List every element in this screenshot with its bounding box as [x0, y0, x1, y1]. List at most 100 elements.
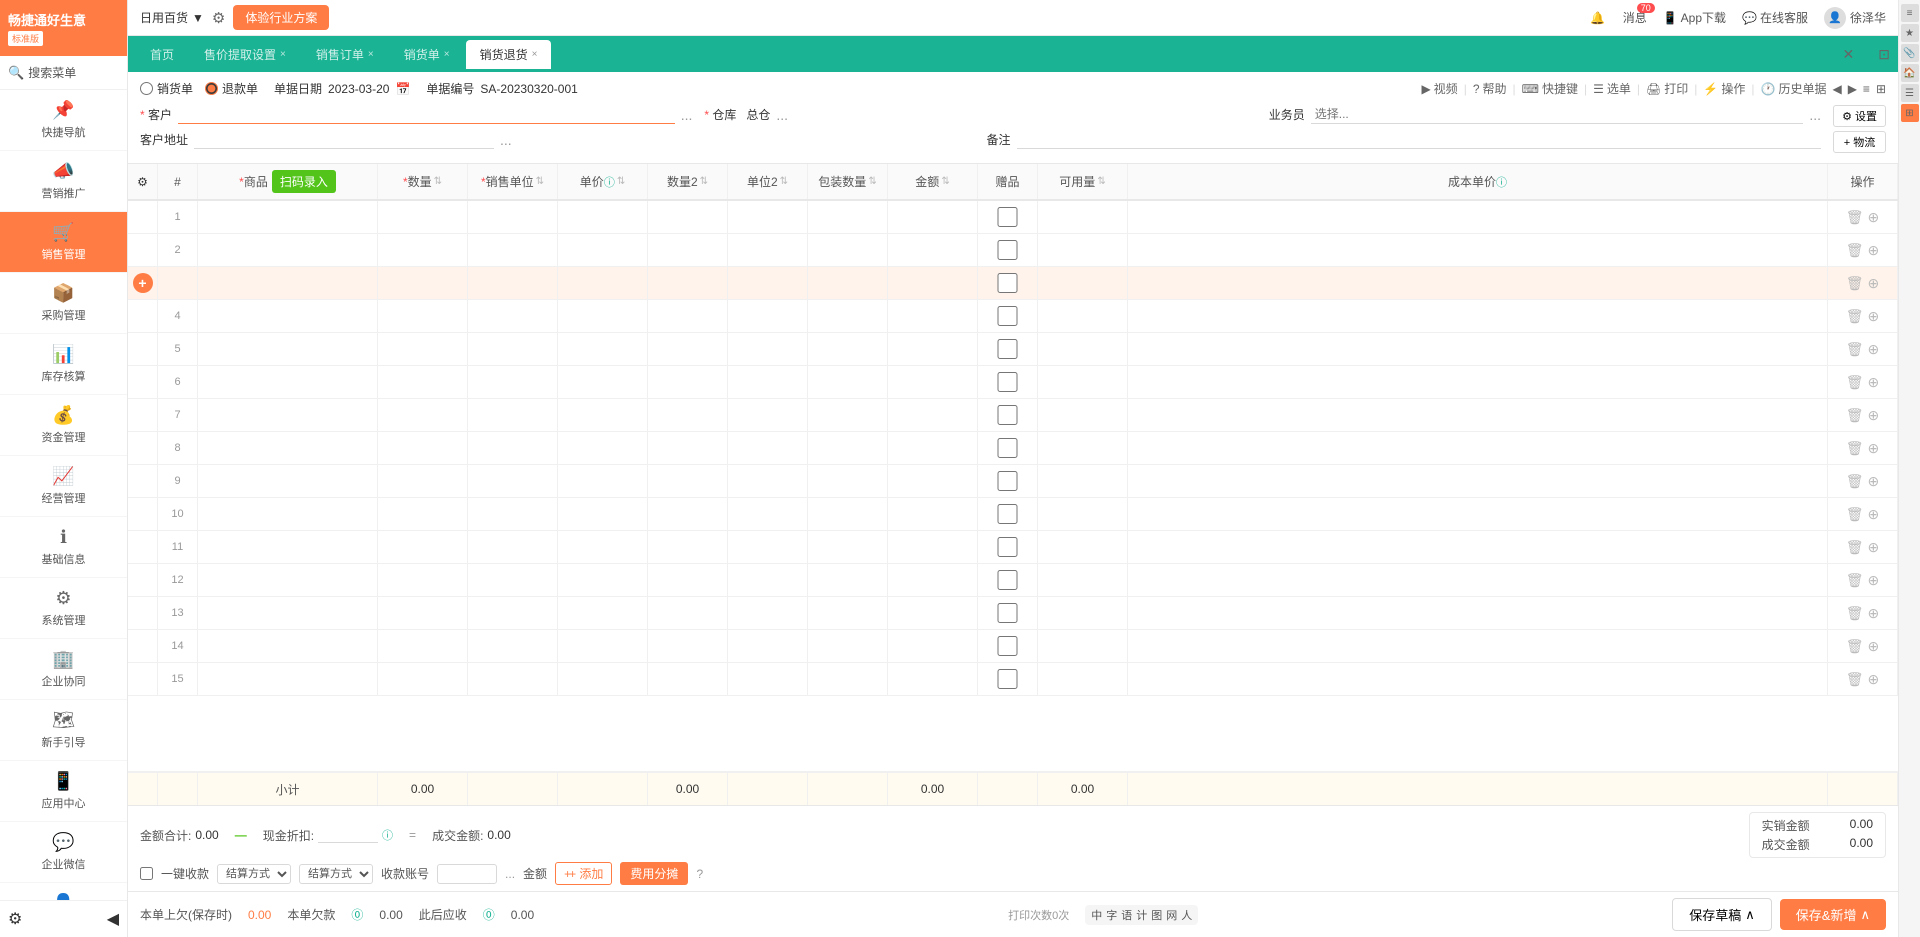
- p12[interactable]: [198, 564, 378, 596]
- sidebar-collapse-icon[interactable]: ◀: [107, 909, 119, 929]
- sidebar-item-shortcuts[interactable]: 📌 快捷导航: [0, 90, 127, 151]
- pkg-sort-icon[interactable]: ⇅: [868, 176, 876, 187]
- row-unit-1[interactable]: [468, 201, 558, 233]
- row-unit-3[interactable]: [468, 267, 558, 299]
- gift-checkbox-13[interactable]: [981, 603, 1034, 623]
- table-settings-col[interactable]: ⚙: [128, 164, 158, 199]
- copy-row-14[interactable]: ⊕: [1868, 638, 1880, 655]
- sidebar-item-finance[interactable]: 💰 资金管理: [0, 395, 127, 456]
- close-window-btn[interactable]: ✕: [1843, 46, 1855, 63]
- ime-char[interactable]: 字: [1106, 907, 1117, 923]
- row-qty2-1[interactable]: [648, 201, 728, 233]
- settings-btn[interactable]: ⚙ 设置: [1833, 105, 1886, 127]
- tab-sale-price-close[interactable]: ×: [280, 49, 286, 60]
- row-unit-2[interactable]: [468, 234, 558, 266]
- delete-row-6[interactable]: 🗑: [1846, 374, 1864, 391]
- unit-sort-icon[interactable]: ⇅: [536, 176, 544, 187]
- scan-button[interactable]: 扫码录入: [272, 170, 336, 193]
- row-price-1[interactable]: [558, 201, 648, 233]
- gift-checkbox-9[interactable]: [981, 471, 1034, 491]
- p7[interactable]: [198, 399, 378, 431]
- row-gift-1[interactable]: [978, 201, 1038, 233]
- sidebar-item-corp[interactable]: 🏢 企业协同: [0, 639, 127, 700]
- row-amount-1[interactable]: [888, 201, 978, 233]
- gift-checkbox-2[interactable]: [981, 240, 1034, 260]
- copy-row-15[interactable]: ⊕: [1868, 671, 1880, 688]
- address-dots[interactable]: ...: [500, 132, 512, 148]
- copy-row-7[interactable]: ⊕: [1868, 407, 1880, 424]
- delete-row-5[interactable]: 🗑: [1846, 341, 1864, 358]
- should-receive-hint[interactable]: ⓪: [483, 906, 495, 923]
- gift-checkbox-12[interactable]: [981, 570, 1034, 590]
- row-qty2-3[interactable]: [648, 267, 728, 299]
- tool-print[interactable]: 🖨 打印: [1646, 80, 1688, 97]
- tab-sale-delivery[interactable]: 销货单 ×: [390, 40, 464, 69]
- staff-input[interactable]: [1311, 105, 1804, 124]
- address-input[interactable]: [194, 130, 494, 149]
- product-input-3[interactable]: [201, 276, 374, 290]
- p11[interactable]: [198, 531, 378, 563]
- row-unit2-3[interactable]: [728, 267, 808, 299]
- p8[interactable]: [198, 432, 378, 464]
- tool-shortcut[interactable]: ⌨ 快捷键: [1522, 80, 1578, 97]
- copy-row-1[interactable]: ⊕: [1868, 209, 1880, 226]
- user-menu[interactable]: 👤 徐泽华: [1824, 7, 1886, 29]
- sidebar-item-member[interactable]: 👤 畅会员: [0, 883, 127, 900]
- ime-cn[interactable]: 中: [1091, 907, 1102, 923]
- delete-row-7[interactable]: 🗑: [1846, 407, 1864, 424]
- sidebar-item-info[interactable]: ℹ 基础信息: [0, 517, 127, 578]
- save-new-button[interactable]: 保存&新增 ∧: [1780, 899, 1886, 930]
- rp-btn-5[interactable]: ☰: [1901, 84, 1919, 102]
- row-qty-2[interactable]: [378, 234, 468, 266]
- copy-row-3[interactable]: ⊕: [1868, 275, 1880, 292]
- gift-checkbox-1[interactable]: [981, 207, 1034, 227]
- copy-row-4[interactable]: ⊕: [1868, 308, 1880, 325]
- radio-return-input[interactable]: [205, 82, 218, 95]
- unit2-sort-icon[interactable]: ⇅: [780, 176, 788, 187]
- ime-img[interactable]: 图: [1151, 907, 1162, 923]
- nav-prev[interactable]: ◀: [1832, 82, 1841, 96]
- view-list[interactable]: ≡: [1863, 82, 1870, 96]
- delete-row-8[interactable]: 🗑: [1846, 440, 1864, 457]
- p10[interactable]: [198, 498, 378, 530]
- app-download[interactable]: 📱 App下载: [1663, 9, 1726, 26]
- gift-checkbox-3[interactable]: [981, 273, 1034, 293]
- tab-sale-order[interactable]: 销售订单 ×: [302, 40, 388, 69]
- delete-row-14[interactable]: 🗑: [1846, 638, 1864, 655]
- p15[interactable]: [198, 663, 378, 695]
- gift-checkbox-8[interactable]: [981, 438, 1034, 458]
- row-amount-2[interactable]: [888, 234, 978, 266]
- tab-home[interactable]: 首页: [136, 40, 188, 69]
- delete-row-12[interactable]: 🗑: [1846, 572, 1864, 589]
- tool-help[interactable]: ? 帮助: [1473, 80, 1507, 97]
- rp-btn-4[interactable]: 🏠: [1901, 64, 1919, 82]
- product-input-1[interactable]: [201, 210, 374, 224]
- sidebar-item-ops[interactable]: 📈 经营管理: [0, 456, 127, 517]
- gift-checkbox-4[interactable]: [981, 306, 1034, 326]
- qty2-sort-icon[interactable]: ⇅: [700, 176, 708, 187]
- row-available-1[interactable]: [1038, 201, 1128, 233]
- category-selector[interactable]: 日用百货 ▼: [140, 9, 204, 26]
- gift-checkbox-15[interactable]: [981, 669, 1034, 689]
- logistics-btn[interactable]: + 物流: [1833, 131, 1886, 153]
- cash-discount-input[interactable]: [318, 828, 378, 843]
- view-grid[interactable]: ⊞: [1876, 82, 1886, 96]
- p6[interactable]: [198, 366, 378, 398]
- row-price-3[interactable]: [558, 267, 648, 299]
- rp-btn-3[interactable]: 📎: [1901, 44, 1919, 62]
- sidebar-item-guide[interactable]: 🗺 新手引导: [0, 700, 127, 761]
- tool-select-order[interactable]: ☰ 选单: [1593, 80, 1631, 97]
- tab-sale-order-close[interactable]: ×: [368, 49, 374, 60]
- copy-row-9[interactable]: ⊕: [1868, 473, 1880, 490]
- nav-next[interactable]: ▶: [1848, 82, 1857, 96]
- row-product-3[interactable]: [198, 267, 378, 299]
- gift-checkbox-6[interactable]: [981, 372, 1034, 392]
- price-sort-icon[interactable]: ⇅: [617, 176, 625, 187]
- row-unit2-2[interactable]: [728, 234, 808, 266]
- p4[interactable]: [198, 300, 378, 332]
- tab-sale-return[interactable]: 销货退货 ×: [466, 40, 552, 69]
- tool-operate[interactable]: ⚡ 操作: [1703, 80, 1745, 97]
- row-cost-2[interactable]: [1128, 234, 1828, 266]
- gift-checkbox-11[interactable]: [981, 537, 1034, 557]
- row-pkg-1[interactable]: [808, 201, 888, 233]
